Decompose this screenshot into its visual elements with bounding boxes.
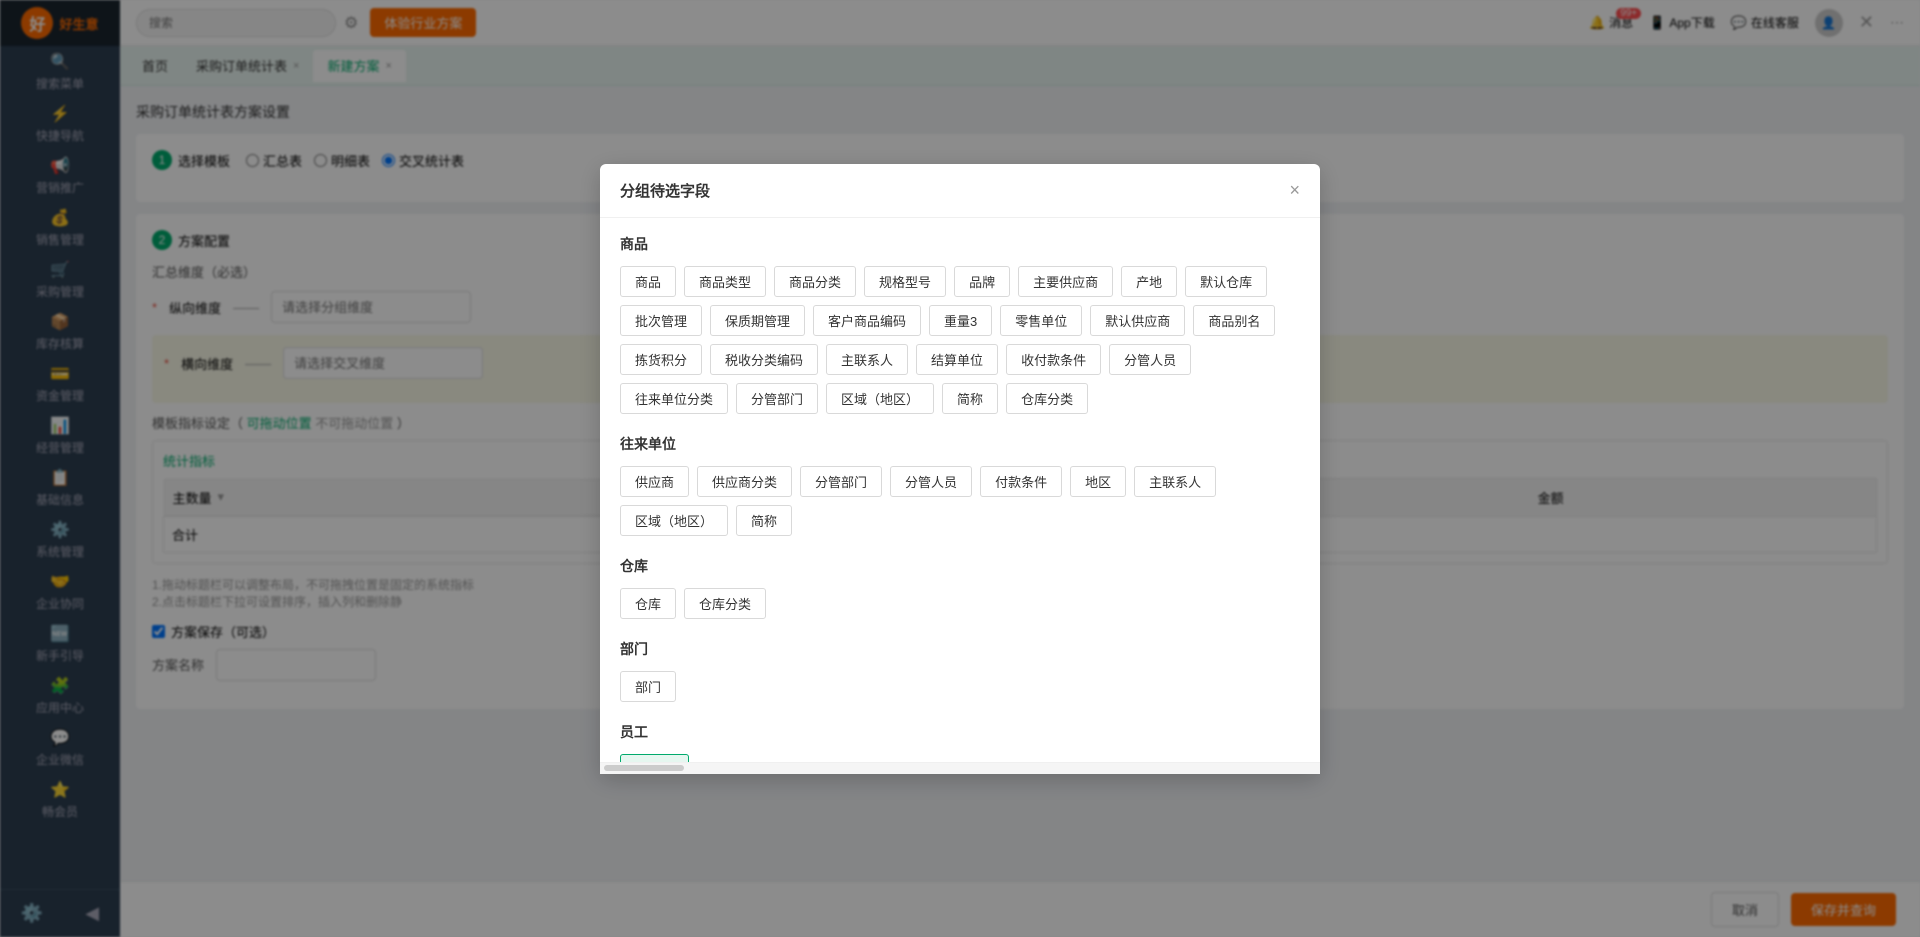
modal: 分组待选字段 × 商品商品商品类型商品分类规格型号品牌主要供应商产地默认仓库批次… <box>600 164 1320 774</box>
field-tag-pa6[interactable]: 地区 <box>1070 466 1126 497</box>
field-tag-pa4[interactable]: 分管人员 <box>890 466 972 497</box>
field-tag-w1[interactable]: 仓库 <box>620 588 676 619</box>
field-grid-department: 部门 <box>620 671 1300 702</box>
modal-section-product: 商品商品商品类型商品分类规格型号品牌主要供应商产地默认仓库批次管理保质期管理客户… <box>620 234 1300 414</box>
field-tag-p5[interactable]: 品牌 <box>954 266 1010 297</box>
field-tag-p11[interactable]: 客户商品编码 <box>813 305 921 336</box>
modal-section-warehouse: 仓库仓库仓库分类 <box>620 556 1300 619</box>
field-tag-pa3[interactable]: 分管部门 <box>800 466 882 497</box>
field-tag-pa8[interactable]: 区域（地区） <box>620 505 728 536</box>
modal-body: 商品商品商品类型商品分类规格型号品牌主要供应商产地默认仓库批次管理保质期管理客户… <box>600 218 1320 762</box>
modal-section-title-department: 部门 <box>620 639 1300 659</box>
modal-section-title-product: 商品 <box>620 234 1300 254</box>
modal-section-title-warehouse: 仓库 <box>620 556 1300 576</box>
modal-overlay: 分组待选字段 × 商品商品商品类型商品分类规格型号品牌主要供应商产地默认仓库批次… <box>0 0 1920 937</box>
field-tag-p20[interactable]: 收付款条件 <box>1006 344 1101 375</box>
field-grid-warehouse: 仓库仓库分类 <box>620 588 1300 619</box>
modal-section-employee: 员工业务员 <box>620 722 1300 762</box>
modal-section-title-partner: 往来单位 <box>620 434 1300 454</box>
modal-header: 分组待选字段 × <box>600 164 1320 218</box>
modal-close-button[interactable]: × <box>1289 181 1300 199</box>
field-tag-w2[interactable]: 仓库分类 <box>684 588 766 619</box>
field-tag-p14[interactable]: 默认供应商 <box>1090 305 1185 336</box>
field-tag-p18[interactable]: 主联系人 <box>826 344 908 375</box>
field-tag-pa2[interactable]: 供应商分类 <box>697 466 792 497</box>
field-grid-partner: 供应商供应商分类分管部门分管人员付款条件地区主联系人区域（地区） 简称 <box>620 466 1300 536</box>
field-tag-p8[interactable]: 默认仓库 <box>1185 266 1267 297</box>
field-tag-p21[interactable]: 分管人员 <box>1109 344 1191 375</box>
field-tag-e1[interactable]: 业务员 <box>620 754 689 762</box>
modal-section-department: 部门部门 <box>620 639 1300 702</box>
field-tag-p26[interactable]: 仓库分类 <box>1006 383 1088 414</box>
field-grid-product: 商品商品类型商品分类规格型号品牌主要供应商产地默认仓库批次管理保质期管理客户商品… <box>620 266 1300 414</box>
field-tag-p19[interactable]: 结算单位 <box>916 344 998 375</box>
modal-title: 分组待选字段 <box>620 180 710 201</box>
modal-hscroll <box>600 762 1320 774</box>
field-tag-p25[interactable]: 简称 <box>942 383 998 414</box>
field-tag-pa9[interactable]: 简称 <box>736 505 792 536</box>
field-tag-p7[interactable]: 产地 <box>1121 266 1177 297</box>
field-tag-p15[interactable]: 商品别名 <box>1193 305 1275 336</box>
field-tag-p23[interactable]: 分管部门 <box>736 383 818 414</box>
field-tag-pa5[interactable]: 付款条件 <box>980 466 1062 497</box>
field-tag-p13[interactable]: 零售单位 <box>1000 305 1082 336</box>
field-tag-pa7[interactable]: 主联系人 <box>1134 466 1216 497</box>
field-tag-p16[interactable]: 拣货积分 <box>620 344 702 375</box>
field-tag-p3[interactable]: 商品分类 <box>774 266 856 297</box>
field-tag-p10[interactable]: 保质期管理 <box>710 305 805 336</box>
field-grid-employee: 业务员 <box>620 754 1300 762</box>
field-tag-p4[interactable]: 规格型号 <box>864 266 946 297</box>
field-tag-p12[interactable]: 重量3 <box>929 305 992 336</box>
field-tag-p9[interactable]: 批次管理 <box>620 305 702 336</box>
field-tag-p17[interactable]: 税收分类编码 <box>710 344 818 375</box>
field-tag-pa1[interactable]: 供应商 <box>620 466 689 497</box>
modal-section-partner: 往来单位供应商供应商分类分管部门分管人员付款条件地区主联系人区域（地区） 简称 <box>620 434 1300 536</box>
field-tag-p24[interactable]: 区域（地区） <box>826 383 934 414</box>
field-tag-p1[interactable]: 商品 <box>620 266 676 297</box>
field-tag-p2[interactable]: 商品类型 <box>684 266 766 297</box>
field-tag-p6[interactable]: 主要供应商 <box>1018 266 1113 297</box>
field-tag-p22[interactable]: 往来单位分类 <box>620 383 728 414</box>
modal-section-title-employee: 员工 <box>620 722 1300 742</box>
field-tag-d1[interactable]: 部门 <box>620 671 676 702</box>
hscroll-thumb[interactable] <box>604 765 684 771</box>
